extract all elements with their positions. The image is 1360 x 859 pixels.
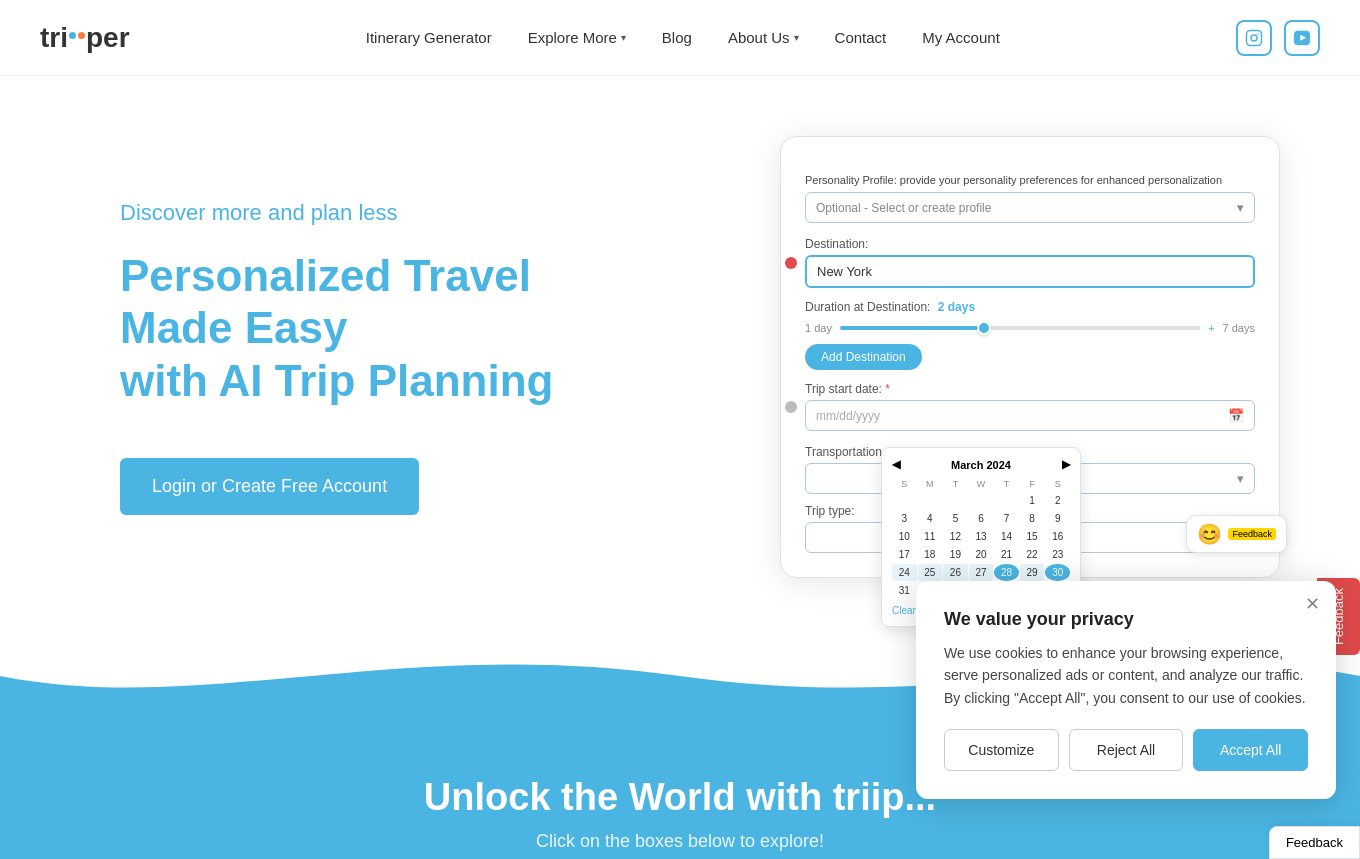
chevron-left-icon[interactable]: ◀ bbox=[892, 458, 900, 471]
nav-item-explore[interactable]: Explore More ▾ bbox=[528, 29, 626, 46]
slider-plus[interactable]: + bbox=[1208, 322, 1214, 334]
feedback-label: Feedback bbox=[1228, 528, 1276, 540]
destination-section: Destination: New York bbox=[805, 237, 1255, 288]
svg-point-1 bbox=[1251, 35, 1257, 41]
trip-dot bbox=[785, 401, 797, 413]
logo[interactable]: tri per bbox=[40, 22, 130, 54]
logo-dot-blue bbox=[69, 32, 76, 39]
cookie-close-button[interactable]: ✕ bbox=[1305, 595, 1320, 613]
cookie-customize-button[interactable]: Customize bbox=[944, 729, 1059, 771]
hero-subtitle: Discover more and plan less bbox=[120, 200, 600, 226]
cookie-banner: ✕ We value your privacy We use cookies t… bbox=[916, 581, 1336, 799]
hero-left: Discover more and plan less Personalized… bbox=[120, 200, 600, 515]
mockup-slider-row: 1 day + 7 days bbox=[805, 322, 1255, 334]
logo-dot-orange bbox=[78, 32, 85, 39]
chevron-down-icon: ▾ bbox=[1237, 471, 1244, 486]
nav-item-myaccount[interactable]: My Account bbox=[922, 29, 1000, 46]
mockup-trip-start-label: Trip start date: * bbox=[805, 382, 1255, 396]
youtube-icon[interactable] bbox=[1284, 20, 1320, 56]
logo-text-2: per bbox=[86, 22, 130, 54]
svg-point-2 bbox=[1257, 33, 1259, 35]
header: tri per Itinerary Generator Explore More… bbox=[0, 0, 1360, 76]
hero-section: Discover more and plan less Personalized… bbox=[0, 76, 1360, 638]
chevron-down-icon: ▾ bbox=[621, 32, 626, 43]
feedback-bottom-bar[interactable]: Feedback bbox=[1269, 826, 1360, 859]
chevron-icon: ▾ bbox=[1237, 200, 1244, 215]
mockup-personality-label: Personality Profile: provide your person… bbox=[805, 173, 1255, 188]
nav-item-contact[interactable]: Contact bbox=[835, 29, 887, 46]
chevron-right-icon[interactable]: ▶ bbox=[1062, 458, 1070, 471]
mockup-date-input[interactable]: mm/dd/yyyy 📅 bbox=[805, 400, 1255, 431]
instagram-icon[interactable] bbox=[1236, 20, 1272, 56]
add-destination-btn[interactable]: Add Destination bbox=[805, 344, 922, 370]
logo-text-1: tri bbox=[40, 22, 68, 54]
feedback-badge[interactable]: 😊 Feedback bbox=[1186, 515, 1287, 553]
trip-start-section: Trip start date: * mm/dd/yyyy 📅 bbox=[805, 382, 1255, 431]
mockup-personality-select[interactable]: Optional - Select or create profile ▾ bbox=[805, 192, 1255, 223]
calendar-icon: 📅 bbox=[1228, 408, 1244, 423]
cookie-title: We value your privacy bbox=[944, 609, 1308, 630]
mockup-destination-label: Destination: bbox=[805, 237, 1255, 251]
chevron-down-icon-about: ▾ bbox=[794, 32, 799, 43]
mockup-duration-label: Duration at Destination: 2 days bbox=[805, 300, 1255, 314]
cookie-reject-button[interactable]: Reject All bbox=[1069, 729, 1184, 771]
svg-rect-0 bbox=[1247, 30, 1262, 45]
cal-clear-btn[interactable]: Clear bbox=[892, 605, 916, 616]
mockup-destination-input[interactable]: New York bbox=[805, 255, 1255, 288]
nav-item-blog[interactable]: Blog bbox=[662, 29, 692, 46]
header-icons bbox=[1236, 20, 1320, 56]
calendar-header: ◀ March 2024 ▶ bbox=[892, 458, 1070, 471]
app-mockup: Personality Profile: provide your person… bbox=[780, 136, 1280, 578]
feedback-emoji: 😊 bbox=[1197, 522, 1222, 546]
feedback-bottom-label: Feedback bbox=[1286, 835, 1343, 850]
blue-section-subtitle: Click on the boxes below to explore! bbox=[40, 831, 1320, 852]
cta-button[interactable]: Login or Create Free Account bbox=[120, 458, 419, 515]
hero-title: Personalized Travel Made Easy with AI Tr… bbox=[120, 250, 600, 408]
nav-item-about[interactable]: About Us ▾ bbox=[728, 29, 799, 46]
nav: Itinerary Generator Explore More ▾ Blog … bbox=[130, 29, 1236, 46]
cookie-text: We use cookies to enhance your browsing … bbox=[944, 642, 1308, 709]
mockup-duration-slider[interactable] bbox=[840, 326, 1200, 330]
cookie-actions: Customize Reject All Accept All bbox=[944, 729, 1308, 771]
nav-item-itinerary[interactable]: Itinerary Generator bbox=[366, 29, 492, 46]
destination-dot bbox=[785, 257, 797, 269]
cookie-accept-button[interactable]: Accept All bbox=[1193, 729, 1308, 771]
hero-right: Personality Profile: provide your person… bbox=[700, 136, 1280, 578]
